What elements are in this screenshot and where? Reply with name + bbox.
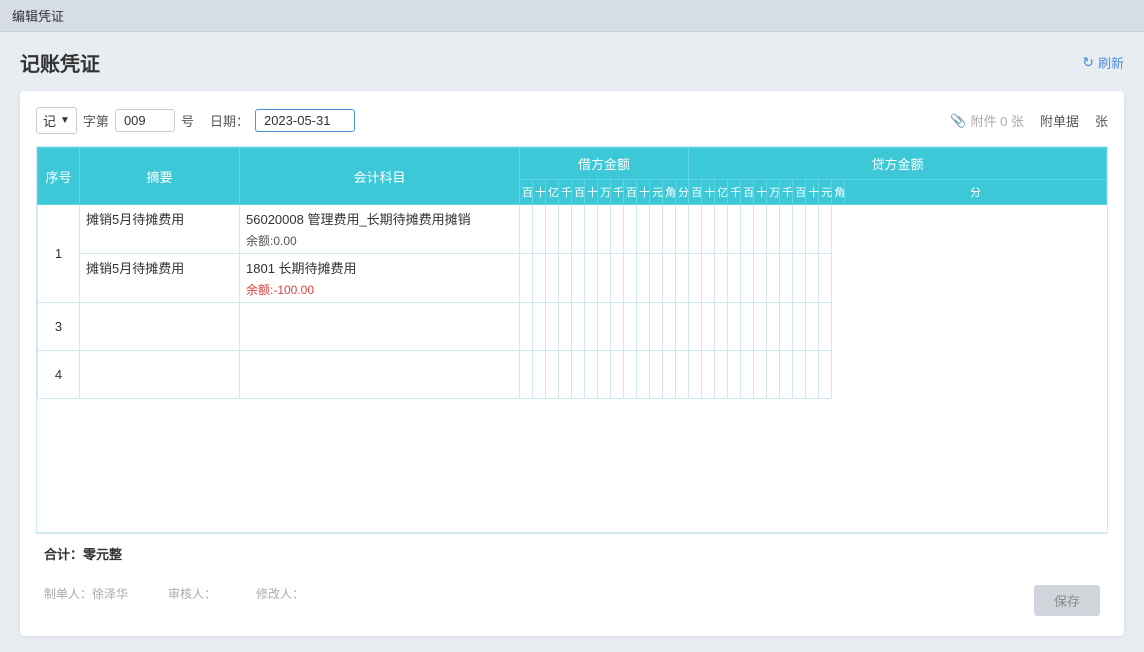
- seq-4: 4: [38, 351, 80, 399]
- table-row: 4: [38, 351, 1107, 399]
- th-sub-c-6: 十: [754, 180, 767, 205]
- th-sub-d-10: 十: [637, 180, 650, 205]
- th-sub-d-5: 百: [572, 180, 585, 205]
- th-sub-d-2: 十: [533, 180, 546, 205]
- zhang-label: 张: [1095, 111, 1108, 130]
- hao-label: 号: [181, 111, 194, 130]
- page-title: 记账凭证: [20, 48, 100, 77]
- attachment-area: 📎 附件 0 张 附单据 张: [950, 111, 1108, 130]
- type-select[interactable]: 记 ▼: [36, 107, 77, 134]
- th-seq: 序号: [38, 148, 80, 205]
- th-sub-c-11: 元: [819, 180, 832, 205]
- title-bar-label: 编辑凭证: [12, 9, 64, 24]
- title-bar: 编辑凭证: [0, 0, 1144, 32]
- th-sub-c-12: 角: [832, 180, 845, 205]
- chevron-down-icon: ▼: [60, 115, 70, 126]
- auditor-label: 审核人：: [168, 585, 216, 616]
- voucher-card: 记 ▼ 字第 号 日期： 📎 附件 0 张 附单据: [20, 91, 1124, 636]
- voucher-number-input[interactable]: [115, 109, 175, 132]
- th-sub-c-4: 千: [728, 180, 741, 205]
- table-row: 摊销5月待摊费用 1801 长期待摊费用 余额:-100.00: [38, 254, 1107, 303]
- voucher-table: 序号 摘要 会计科目 借方金额 贷方金额 百 十 亿 千 百 十: [37, 147, 1107, 399]
- refresh-button[interactable]: ↻ 刷新: [1082, 53, 1124, 72]
- modifier-label: 修改人：: [256, 585, 304, 616]
- th-sub-d-7: 万: [598, 180, 611, 205]
- th-sub-c-13: 分: [845, 180, 1107, 205]
- th-sub-d-8: 千: [611, 180, 624, 205]
- zi-label: 字第: [83, 111, 109, 130]
- total-label: 合计：零元整: [44, 544, 122, 563]
- th-account: 会计科目: [240, 148, 520, 205]
- th-summary: 摘要: [80, 148, 240, 205]
- date-label: 日期：: [210, 111, 249, 130]
- summary-2[interactable]: 摊销5月待摊费用: [80, 254, 240, 303]
- page-header: 记账凭证 ↻ 刷新: [20, 48, 1124, 77]
- main-window: 编辑凭证 记账凭证 ↻ 刷新 记 ▼ 字第 号: [0, 0, 1144, 652]
- th-debit: 借方金额: [520, 148, 689, 180]
- form-row: 记 ▼ 字第 号 日期： 📎 附件 0 张 附单据: [36, 107, 1108, 134]
- th-sub-d-4: 千: [559, 180, 572, 205]
- maker-label: 制单人：徐泽华: [44, 585, 128, 616]
- th-credit: 贷方金额: [689, 148, 1107, 180]
- table-row: 1 摊销5月待摊费用 56020008 管理费用_长期待摊费用摊销 余额:0.0…: [38, 205, 1107, 254]
- account-4[interactable]: [240, 351, 520, 399]
- summary-4[interactable]: [80, 351, 240, 399]
- th-sub-c-7: 万: [767, 180, 780, 205]
- attachment-link[interactable]: 📎 附件 0 张: [950, 111, 1024, 130]
- account-3[interactable]: [240, 303, 520, 351]
- account-2[interactable]: 1801 长期待摊费用 余额:-100.00: [240, 254, 520, 303]
- th-sub-d-6: 十: [585, 180, 598, 205]
- th-sub-d-9: 百: [624, 180, 637, 205]
- th-sub-c-3: 亿: [715, 180, 728, 205]
- footer-info-row: 制单人：徐泽华 审核人： 修改人： 保存: [36, 573, 1108, 620]
- th-sub-d-3: 亿: [546, 180, 559, 205]
- date-group: 日期：: [210, 109, 355, 132]
- refresh-icon: ↻: [1082, 54, 1094, 71]
- th-sub-d-11: 元: [650, 180, 663, 205]
- save-button[interactable]: 保存: [1034, 585, 1100, 616]
- th-sub-d-13: 分: [676, 180, 689, 205]
- footer-total-row: 合计：零元整: [36, 533, 1108, 573]
- th-sub-c-10: 十: [806, 180, 819, 205]
- th-sub-d-1: 百: [520, 180, 533, 205]
- main-area: 记账凭证 ↻ 刷新 记 ▼ 字第 号 日期：: [0, 32, 1144, 652]
- date-input[interactable]: [255, 109, 355, 132]
- table-row: 3: [38, 303, 1107, 351]
- account-1[interactable]: 56020008 管理费用_长期待摊费用摊销 余额:0.00: [240, 205, 520, 254]
- th-sub-c-5: 百: [741, 180, 754, 205]
- th-sub-c-2: 十: [702, 180, 715, 205]
- th-sub-c-9: 百: [793, 180, 806, 205]
- seq-1: 1: [38, 205, 80, 303]
- voucher-table-wrapper: 序号 摘要 会计科目 借方金额 贷方金额 百 十 亿 千 百 十: [36, 146, 1108, 533]
- seq-3: 3: [38, 303, 80, 351]
- th-sub-d-12: 角: [663, 180, 676, 205]
- summary-1[interactable]: 摊销5月待摊费用: [80, 205, 240, 254]
- type-group: 记 ▼ 字第 号: [36, 107, 194, 134]
- summary-3[interactable]: [80, 303, 240, 351]
- th-sub-c-8: 千: [780, 180, 793, 205]
- attachment-icon: 📎: [950, 113, 966, 129]
- attach-single-label[interactable]: 附单据: [1040, 111, 1079, 130]
- th-sub-c-1: 百: [689, 180, 702, 205]
